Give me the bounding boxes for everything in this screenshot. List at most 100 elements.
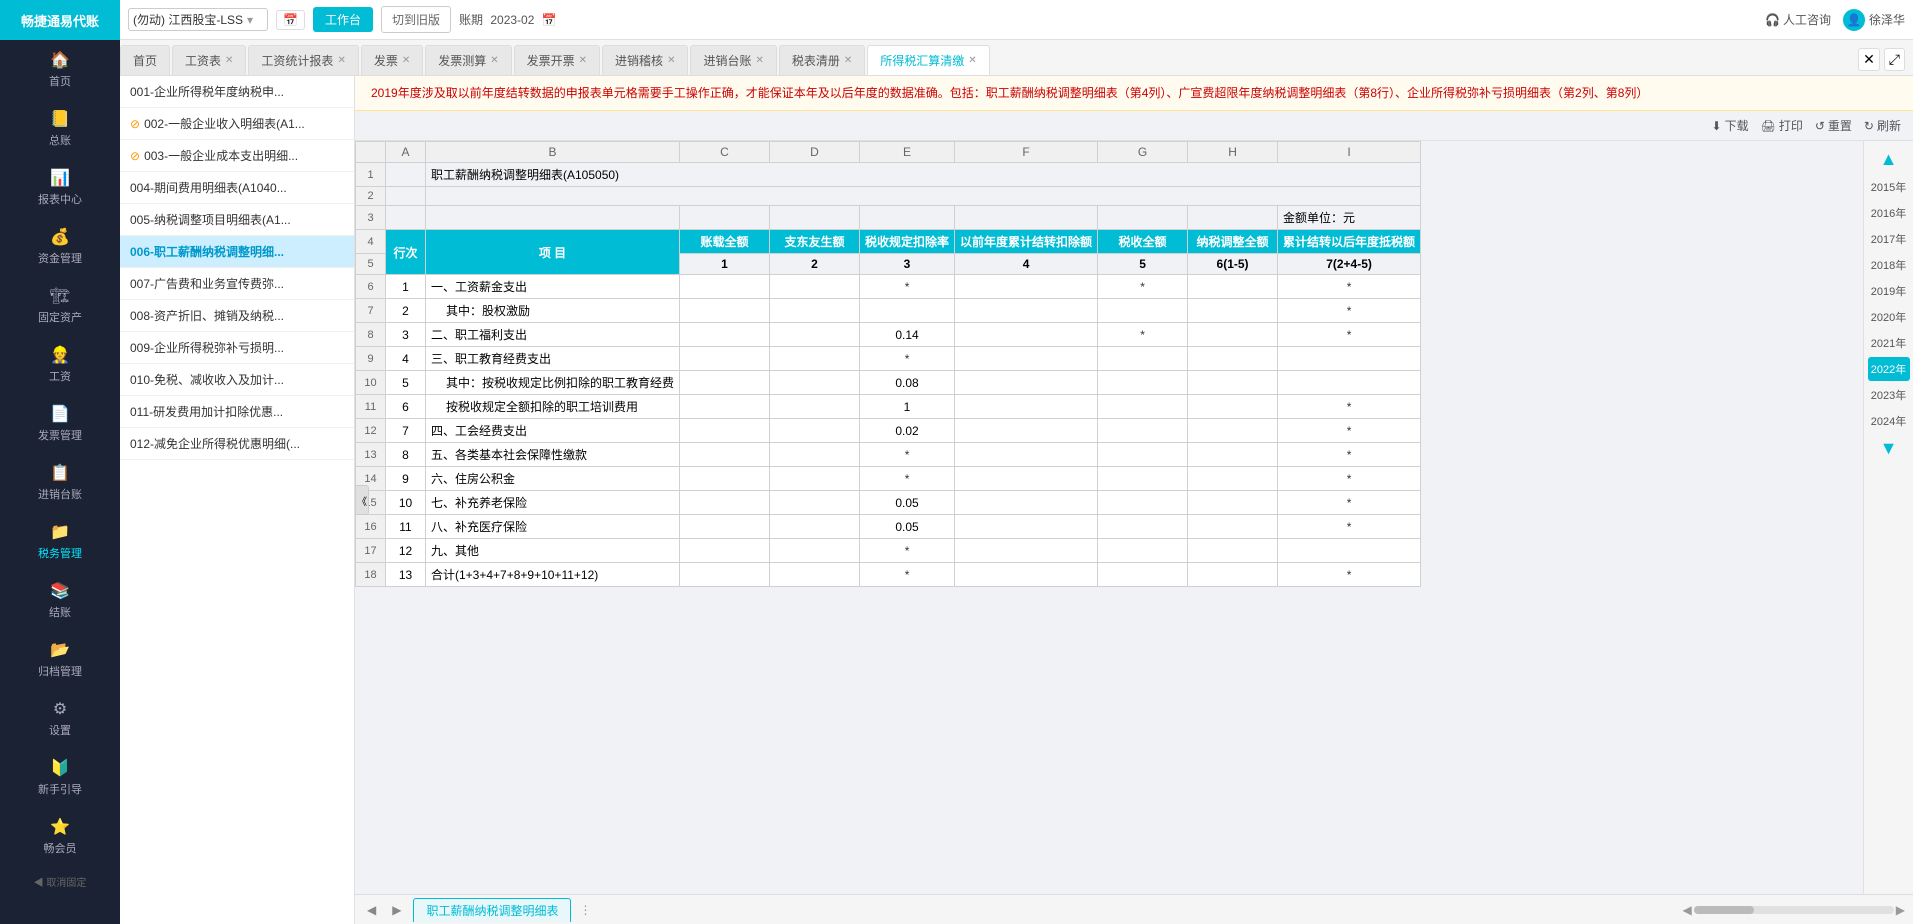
tab-invoice-open-close[interactable]: ✕ (579, 55, 587, 66)
year-btn-2023[interactable]: 2023年 (1868, 383, 1910, 407)
left-panel-item-010[interactable]: 010-免税、减收收入及加计... (120, 364, 354, 396)
panel-collapse-toggle[interactable]: 《 (355, 485, 369, 515)
warn-icon-003: ⊘ (130, 149, 140, 163)
year-btn-2015[interactable]: 2015年 (1868, 175, 1910, 199)
tab-payslip[interactable]: 工资表 ✕ (172, 45, 246, 75)
user-service-btn[interactable]: 🎧 人工咨询 (1765, 11, 1831, 28)
year-btn-2018[interactable]: 2018年 (1868, 253, 1910, 277)
year-btn-2016[interactable]: 2016年 (1868, 201, 1910, 225)
tab-income-tax[interactable]: 所得税汇算清缴 ✕ (867, 45, 989, 75)
company-selector[interactable]: (勿动) 江西股宝-LSS ▾ (128, 8, 268, 31)
table-row: 1 职工薪酬纳税调整明细表(A105050) (356, 163, 1421, 187)
tab-invoice-open[interactable]: 发票开票 ✕ (514, 45, 600, 75)
tab-payslip-close[interactable]: ✕ (225, 55, 233, 66)
year-btn-2021[interactable]: 2021年 (1868, 331, 1910, 355)
reset-btn[interactable]: ↺ 重置 (1815, 117, 1852, 134)
scroll-left-icon[interactable]: ◀ (1683, 903, 1692, 917)
sheet-options-icon[interactable]: ⋮ (579, 903, 591, 917)
left-panel-item-002[interactable]: ⊘ 002-一般企业收入明细表(A1... (120, 108, 354, 140)
sheet-nav-left[interactable]: ◀ (363, 903, 380, 917)
tab-tax-book-close[interactable]: ✕ (844, 55, 852, 66)
left-panel-item-006[interactable]: 006-职工薪酬纳税调整明细... (120, 236, 354, 268)
sidebar-item-guide[interactable]: 🔰 新手引导 (0, 748, 120, 807)
tab-purch-check-close[interactable]: ✕ (667, 55, 675, 66)
tab-invoice-calc[interactable]: 发票测算 ✕ (425, 45, 511, 75)
sidebar-item-settings[interactable]: ⚙ 设置 (0, 689, 120, 748)
calendar-btn[interactable]: 📅 (276, 10, 305, 30)
sidebar-item-member[interactable]: ⭐ 畅会员 (0, 807, 120, 866)
tab-home[interactable]: 首页 (120, 45, 170, 75)
tax-icon: 📁 (50, 522, 70, 542)
tab-purch-check[interactable]: 进销稽核 ✕ (602, 45, 688, 75)
left-panel-item-011[interactable]: 011-研发费用加计扣除优惠... (120, 396, 354, 428)
workbench-btn[interactable]: 工作台 (313, 7, 373, 32)
sidebar-item-invoices[interactable]: 📄 发票管理 (0, 394, 120, 453)
tab-home-label: 首页 (133, 52, 157, 69)
year-btn-2022[interactable]: 2022年 (1868, 357, 1910, 381)
sidebar-item-ledger[interactable]: 📒 总账 (0, 99, 120, 158)
year-btn-2019[interactable]: 2019年 (1868, 279, 1910, 303)
tab-tax-book-label: 税表清册 (792, 52, 840, 69)
sidebar-item-tax[interactable]: 📁 税务管理 (0, 512, 120, 571)
year-btn-2024[interactable]: 2024年 (1868, 409, 1910, 433)
topbar: (勿动) 江西股宝-LSS ▾ 📅 工作台 切到旧版 账期 2023-02 📅 … (120, 0, 1913, 40)
sidebar-item-archive[interactable]: 📂 归档管理 (0, 630, 120, 689)
sidebar-item-assets[interactable]: 🏗 固定资产 (0, 276, 120, 335)
tab-maximize-btn[interactable]: ⤢ (1884, 48, 1905, 71)
tab-invoice-open-label: 发票开票 (527, 52, 575, 69)
left-panel-item-009[interactable]: 009-企业所得税弥补亏损明... (120, 332, 354, 364)
table-row: 18 13 合计(1+3+4+7+8+9+10+11+12) * * (356, 563, 1421, 587)
left-panel-item-007[interactable]: 007-广告费和业务宣传费弥... (120, 268, 354, 300)
tab-income-tax-close[interactable]: ✕ (968, 55, 976, 66)
year-nav-down-btn[interactable]: ▼ (1876, 434, 1902, 463)
archive-icon: 📂 (50, 640, 70, 660)
tab-close-all-btn[interactable]: ✕ (1858, 48, 1880, 71)
sheet-nav-right[interactable]: ▶ (388, 903, 405, 917)
tab-invoice[interactable]: 发票 ✕ (361, 45, 423, 75)
tab-purch-ledger[interactable]: 进销台账 ✕ (690, 45, 776, 75)
sheet-tab-main[interactable]: 职工薪酬纳税调整明细表 (413, 898, 571, 922)
old-version-btn[interactable]: 切到旧版 (381, 6, 451, 33)
year-btn-2017[interactable]: 2017年 (1868, 227, 1910, 251)
company-label: (勿动) 江西股宝-LSS (133, 11, 243, 28)
sidebar-item-payroll[interactable]: 👷 工资 (0, 335, 120, 394)
left-panel-item-001[interactable]: 001-企业所得税年度纳税申... (120, 76, 354, 108)
tab-invoice-calc-close[interactable]: ✕ (490, 55, 498, 66)
sidebar-item-label: 发票管理 (38, 427, 82, 443)
tab-purch-check-label: 进销稽核 (615, 52, 663, 69)
table-row: 14 9 六、住房公积金 * * (356, 467, 1421, 491)
tab-purch-ledger-close[interactable]: ✕ (755, 55, 763, 66)
payroll-icon: 👷 (50, 345, 70, 365)
sidebar-item-close[interactable]: 📚 结账 (0, 571, 120, 630)
user-avatar[interactable]: 👤 徐泽华 (1843, 9, 1905, 31)
left-panel-item-012[interactable]: 012-减免企业所得税优惠明细(... (120, 428, 354, 460)
tab-tax-book[interactable]: 税表清册 ✕ (779, 45, 865, 75)
row-number: 2 (356, 187, 386, 206)
tab-payslip-stats[interactable]: 工资统计报表 ✕ (248, 45, 358, 75)
tab-invoice-close[interactable]: ✕ (402, 55, 410, 66)
col-num-5: 5 (1098, 254, 1188, 275)
sidebar-item-label: 工资 (49, 368, 71, 384)
row-number: 18 (356, 563, 386, 587)
sidebar-item-home[interactable]: 🏠 首页 (0, 40, 120, 99)
left-panel-item-008[interactable]: 008-资产折旧、摊销及纳税... (120, 300, 354, 332)
period-calendar-icon[interactable]: 📅 (542, 13, 557, 27)
scroll-right-icon[interactable]: ▶ (1896, 903, 1905, 917)
download-btn[interactable]: ⬇ 下载 (1712, 117, 1749, 134)
year-btn-2020[interactable]: 2020年 (1868, 305, 1910, 329)
year-nav-up-btn[interactable]: ▲ (1876, 145, 1902, 174)
left-panel-item-004[interactable]: 004-期间费用明细表(A1040... (120, 172, 354, 204)
print-btn[interactable]: 🖨 打印 (1761, 117, 1803, 134)
notice-text: 2019年度涉及取以前年度结转数据的申报表单元格需要手工操作正确，才能保证本年及… (371, 86, 1648, 100)
left-panel-item-003[interactable]: ⊘ 003-一般企业成本支出明细... (120, 140, 354, 172)
sidebar-item-funds[interactable]: 💰 资金管理 (0, 217, 120, 276)
col-num-6: 6(1-5) (1188, 254, 1278, 275)
cancel-fixed-btn[interactable]: ◀ 取消固定 (0, 866, 120, 897)
refresh-btn[interactable]: ↻ 刷新 (1864, 117, 1901, 134)
sidebar-item-reports[interactable]: 📊 报表中心 (0, 158, 120, 217)
tab-payslip-stats-close[interactable]: ✕ (337, 55, 345, 66)
left-panel-item-005[interactable]: 005-纳税调整项目明细表(A1... (120, 204, 354, 236)
tab-purch-ledger-label: 进销台账 (703, 52, 751, 69)
horizontal-scrollbar[interactable] (1694, 906, 1894, 914)
sidebar-item-purchsales[interactable]: 📋 进销台账 (0, 453, 120, 512)
